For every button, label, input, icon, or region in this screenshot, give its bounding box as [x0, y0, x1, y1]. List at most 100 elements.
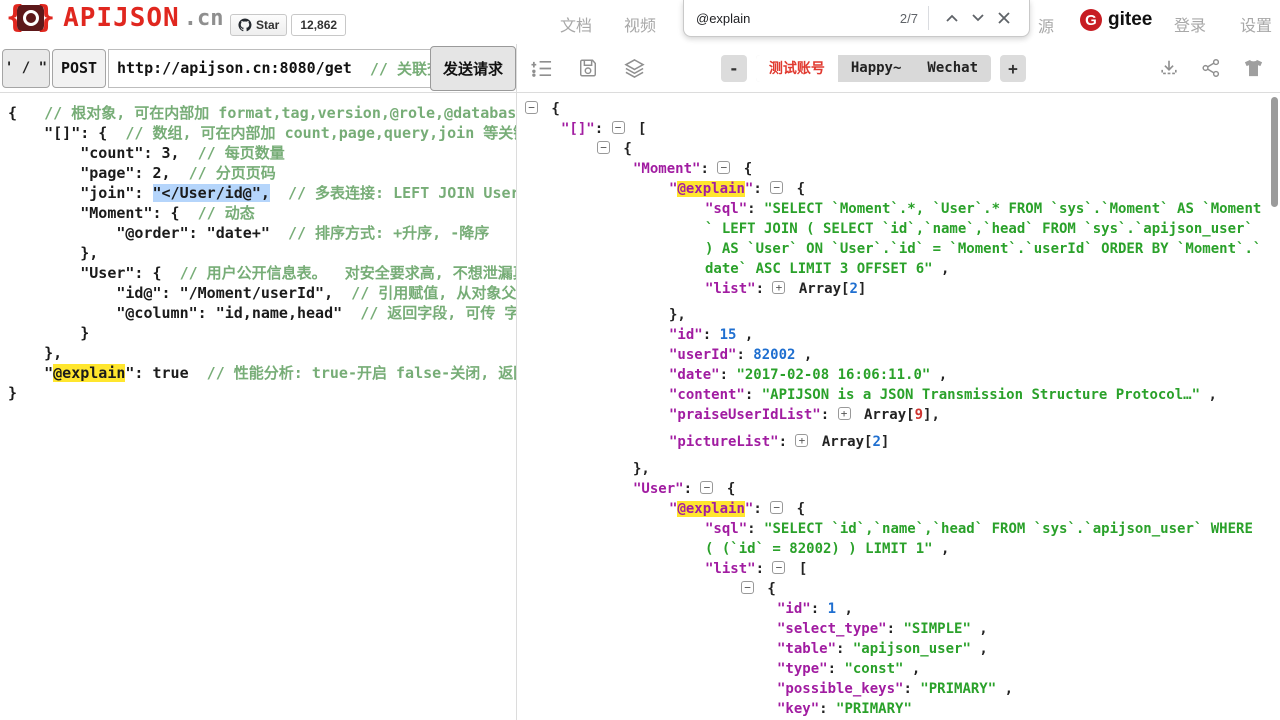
- vertical-scrollbar-thumb[interactable]: [1271, 97, 1278, 207]
- code-token: ,: [903, 661, 920, 677]
- add-account-tab-button[interactable]: +: [1000, 55, 1026, 82]
- tab-wechat[interactable]: Wechat: [914, 55, 991, 82]
- code-token: :: [819, 701, 836, 717]
- download-icon[interactable]: [1159, 58, 1179, 78]
- brand-logo[interactable]: { } APIJSON .cn: [6, 3, 223, 33]
- code-token: "pictureList": [669, 434, 779, 450]
- code-token: {: [543, 101, 560, 117]
- code-token: "id": [777, 601, 811, 617]
- code-line: "@explain": − {: [517, 179, 1262, 199]
- code-token: :: [756, 281, 773, 297]
- collapse-toggle-icon[interactable]: −: [772, 561, 785, 574]
- github-star-button[interactable]: Star: [230, 14, 287, 36]
- code-token: "[]": {: [8, 124, 107, 142]
- code-line: "select_type": "SIMPLE" ,: [517, 619, 1262, 639]
- code-line: }: [8, 323, 516, 343]
- remove-account-tab-button[interactable]: -: [721, 55, 747, 82]
- code-token: ,: [971, 641, 988, 657]
- collapse-toggle-icon[interactable]: −: [612, 121, 625, 134]
- code-line: "sql": "SELECT `Moment`.*, `User`.* FROM…: [517, 199, 1262, 279]
- code-token: "type": [777, 661, 828, 677]
- code-line: "possible_keys": "PRIMARY" ,: [517, 679, 1262, 699]
- http-method-button[interactable]: POST: [52, 49, 106, 88]
- code-token: :: [736, 347, 753, 363]
- code-line: "list": − [: [517, 559, 1262, 579]
- code-token: },: [8, 344, 62, 362]
- collapse-toggle-icon[interactable]: −: [597, 141, 610, 154]
- tab-happy[interactable]: Happy~: [838, 55, 915, 82]
- find-previous-button[interactable]: [939, 5, 965, 31]
- code-token: "userId": [669, 347, 736, 363]
- save-icon[interactable]: [578, 58, 598, 78]
- code-line: "id@": "/Moment/userId", // 引用赋值, 从对象父级开…: [8, 283, 516, 303]
- expand-toggle-icon[interactable]: +: [838, 407, 851, 420]
- code-token: 2: [872, 434, 880, 450]
- code-token: "[]": [561, 121, 595, 137]
- collapse-toggle-icon[interactable]: −: [741, 581, 754, 594]
- response-toolbar-icons: [531, 58, 645, 79]
- expand-toggle-icon[interactable]: +: [772, 281, 785, 294]
- nav-login-link[interactable]: 登录: [1174, 12, 1206, 36]
- gitee-link[interactable]: G gitee: [1080, 9, 1152, 31]
- nav-settings-link[interactable]: 设置: [1240, 12, 1272, 36]
- code-line: "key": "PRIMARY": [517, 699, 1262, 719]
- apijson-logo-icon: [17, 5, 44, 31]
- code-token: "PRIMARY": [920, 681, 996, 697]
- collapse-toggle-icon[interactable]: −: [717, 161, 730, 174]
- code-token: ,: [836, 601, 853, 617]
- github-icon: [238, 18, 252, 32]
- add-to-list-icon[interactable]: [531, 58, 552, 79]
- quote-style-button[interactable]: ' / ": [2, 49, 50, 88]
- code-token: Array[: [790, 281, 849, 297]
- send-request-button[interactable]: 发送请求: [430, 46, 516, 91]
- share-icon[interactable]: [1201, 58, 1221, 78]
- collapse-toggle-icon[interactable]: −: [770, 501, 783, 514]
- code-token: "@order": "date+": [8, 224, 270, 242]
- star-count[interactable]: 12,862: [291, 14, 346, 36]
- code-token: "list": [705, 561, 756, 577]
- tab-test-account[interactable]: 测试账号: [756, 55, 838, 82]
- nav-source-partial-text[interactable]: 源: [1038, 13, 1054, 37]
- code-token: "join":: [8, 184, 153, 202]
- find-query-input[interactable]: @explain: [696, 11, 750, 26]
- code-token: ,: [933, 541, 950, 557]
- code-token: 82002: [753, 347, 795, 363]
- code-token: :: [753, 501, 770, 517]
- chevron-down-icon: [972, 14, 984, 22]
- code-token: "possible_keys": [777, 681, 903, 697]
- collapse-toggle-icon[interactable]: −: [525, 101, 538, 114]
- nav-videos-link[interactable]: 视频: [624, 12, 656, 36]
- code-line: "Moment": − {: [517, 159, 1262, 179]
- code-token: // 引用赋值, 从对象父级开始: [333, 284, 516, 302]
- find-close-button[interactable]: [991, 5, 1017, 31]
- code-token: // 数组, 可在内部加 count,page,query,join 等关键词键: [107, 124, 516, 142]
- nav-docs-link[interactable]: 文档: [560, 12, 592, 36]
- code-token: "SIMPLE": [903, 621, 970, 637]
- brand-name: APIJSON: [63, 3, 180, 33]
- code-token: ,: [996, 681, 1013, 697]
- code-token: :: [779, 434, 796, 450]
- expand-toggle-icon[interactable]: +: [795, 434, 808, 447]
- code-token: ": [8, 364, 53, 382]
- code-line: }: [8, 383, 516, 403]
- find-divider: [928, 6, 929, 30]
- code-token: ,: [971, 621, 988, 637]
- code-token: ],: [923, 407, 940, 423]
- code-line: − {: [517, 139, 1262, 159]
- code-token: "2017-02-08 16:06:11.0": [736, 367, 930, 383]
- gitee-icon: G: [1080, 9, 1102, 31]
- code-token: {: [718, 481, 735, 497]
- request-json-editor[interactable]: { // 根对象, 可在内部加 format,tag,version,@role…: [0, 93, 516, 720]
- code-token: :: [747, 521, 764, 537]
- panel-divider[interactable]: [516, 44, 517, 720]
- layers-icon[interactable]: [624, 58, 645, 79]
- theme-shirt-icon[interactable]: [1243, 58, 1264, 79]
- find-next-button[interactable]: [965, 5, 991, 31]
- collapse-toggle-icon[interactable]: −: [700, 481, 713, 494]
- code-token: ,: [933, 261, 950, 277]
- collapse-toggle-icon[interactable]: −: [770, 181, 783, 194]
- code-line: },: [517, 459, 1262, 479]
- code-line: "id": 1 ,: [517, 599, 1262, 619]
- code-token: ,: [930, 367, 947, 383]
- code-line: "@explain": true // 性能分析: true-开启 false-…: [8, 363, 516, 383]
